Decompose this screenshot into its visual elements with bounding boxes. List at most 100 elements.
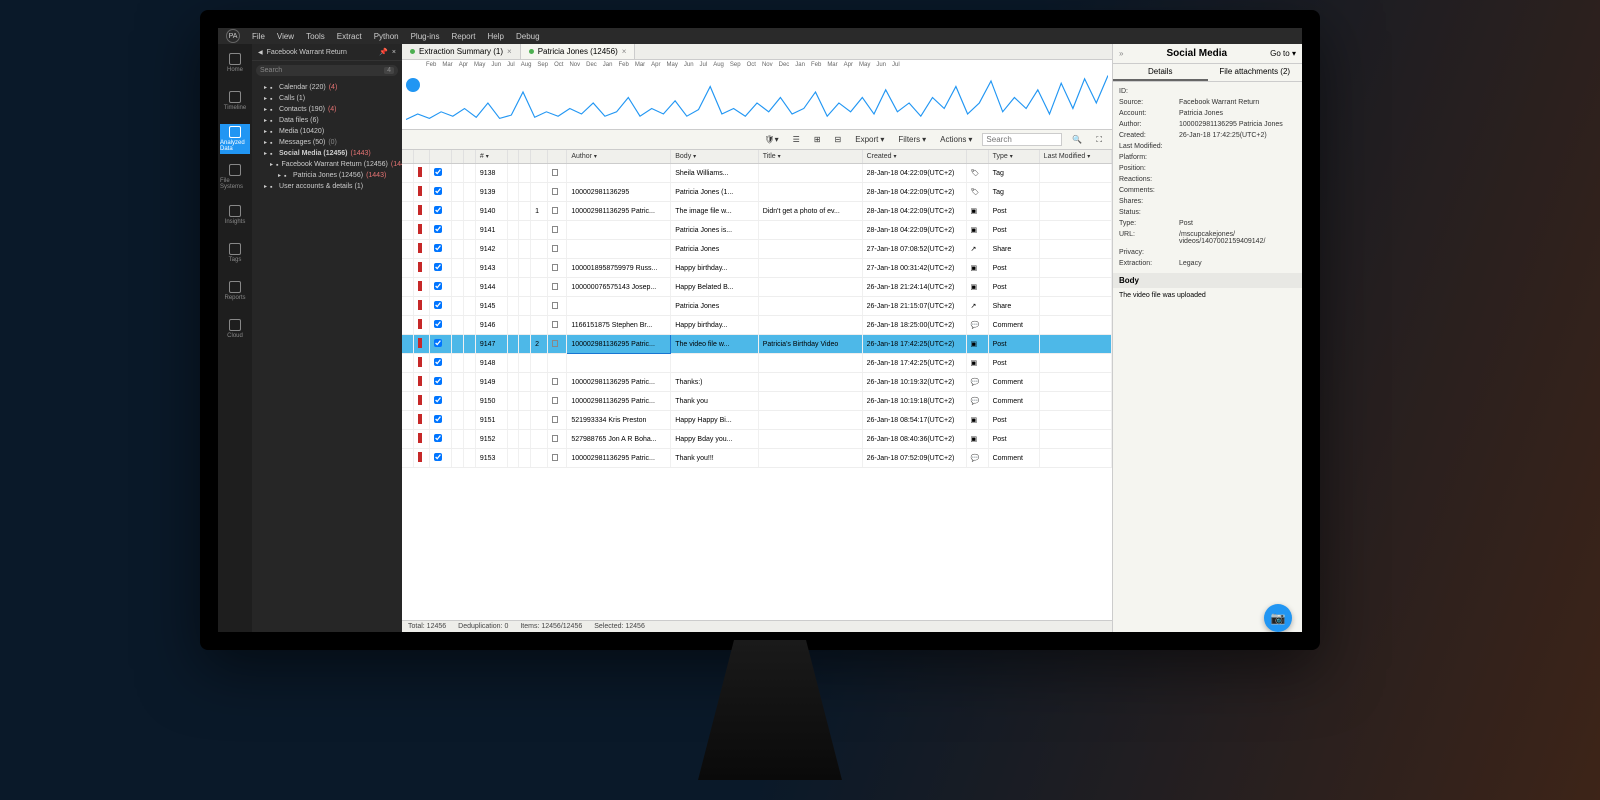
row-checkbox[interactable] — [434, 415, 442, 423]
search-icon[interactable]: 🔍 — [1068, 134, 1086, 145]
rail-reports[interactable]: Reports — [220, 276, 250, 306]
table-row[interactable]: 9150100002981136295 Patric...Thank you26… — [402, 392, 1112, 411]
column-header[interactable] — [507, 150, 519, 164]
menu-plugins[interactable]: Plug-ins — [411, 32, 440, 41]
sidebar-pin-icon[interactable]: 📌 — [379, 48, 388, 56]
column-header[interactable] — [413, 150, 430, 164]
column-header[interactable] — [464, 150, 476, 164]
timeline-chart[interactable]: FebMarAprMayJunJulAugSepOctNovDecJanFebM… — [402, 60, 1112, 130]
column-header[interactable] — [402, 150, 413, 164]
column-header[interactable]: Type ▾ — [988, 150, 1039, 164]
menu-debug[interactable]: Debug — [516, 32, 540, 41]
table-row[interactable]: 9141Patricia Jones is...28-Jan-18 04:22:… — [402, 221, 1112, 240]
shield-icon[interactable]: 🛡▾ — [760, 134, 782, 145]
rail-insights[interactable]: Insights — [220, 200, 250, 230]
table-row[interactable]: 91401100002981136295 Patric...The image … — [402, 202, 1112, 221]
view-detail-icon[interactable]: ⊟ — [831, 134, 846, 145]
row-checkbox[interactable] — [434, 453, 442, 461]
rail-file-systems[interactable]: File Systems — [220, 162, 250, 192]
row-checkbox[interactable] — [434, 244, 442, 252]
tree-item[interactable]: ▸▪Calls (1) — [252, 93, 402, 104]
menu-file[interactable]: File — [252, 32, 265, 41]
table-search-input[interactable] — [982, 133, 1062, 146]
data-table[interactable]: # ▾ Author ▾Body ▾Title ▾Created ▾ Type ▾L… — [402, 150, 1112, 620]
table-row[interactable]: 9145Patricia Jones26-Jan-18 21:15:07(UTC… — [402, 297, 1112, 316]
filters-button[interactable]: Filters ▾ — [894, 134, 930, 145]
content-tab[interactable]: Patricia Jones (12456)× — [521, 44, 636, 59]
table-row[interactable]: 91431000018958759979 Russ...Happy birthd… — [402, 259, 1112, 278]
row-checkbox[interactable] — [434, 282, 442, 290]
view-list-icon[interactable]: ☰ — [789, 134, 804, 145]
menu-extract[interactable]: Extract — [337, 32, 362, 41]
row-checkbox[interactable] — [434, 263, 442, 271]
tree-item[interactable]: ▸▪Messages (50) (0) — [252, 137, 402, 148]
collapse-icon[interactable]: ◀ — [258, 49, 263, 56]
row-checkbox[interactable] — [434, 225, 442, 233]
column-header[interactable] — [519, 150, 531, 164]
rail-timeline[interactable]: Timeline — [220, 86, 250, 116]
collapse-panel-icon[interactable]: » — [1119, 49, 1123, 58]
tree-item[interactable]: ▸▪Data files (6) — [252, 115, 402, 126]
tree-item[interactable]: ▸▪Patricia Jones (12456) (1443) — [252, 170, 402, 181]
row-checkbox[interactable] — [434, 358, 442, 366]
row-checkbox[interactable] — [434, 301, 442, 309]
table-row[interactable]: 914826-Jan-18 17:42:25(UTC+2)▣Post — [402, 354, 1112, 373]
content-tab[interactable]: Extraction Summary (1)× — [402, 44, 521, 59]
column-header[interactable]: Body ▾ — [671, 150, 759, 164]
rail-home[interactable]: Home — [220, 48, 250, 78]
expand-icon[interactable]: ⛶ — [1092, 134, 1106, 146]
table-row[interactable]: 9151521993334 Kris PrestonHappy Happy Bi… — [402, 411, 1112, 430]
table-row[interactable]: 91461166151875 Stephen Br...Happy birthd… — [402, 316, 1112, 335]
menu-help[interactable]: Help — [488, 32, 504, 41]
menu-tools[interactable]: Tools — [306, 32, 325, 41]
view-grid-icon[interactable]: ⊞ — [810, 134, 825, 145]
column-header[interactable] — [547, 150, 566, 164]
column-header[interactable]: Last Modified ▾ — [1039, 150, 1111, 164]
sidebar-search[interactable]: Search 4 — [256, 65, 398, 76]
menu-python[interactable]: Python — [374, 32, 399, 41]
table-row[interactable]: 9144100000076575143 Josep...Happy Belate… — [402, 278, 1112, 297]
column-header[interactable]: Title ▾ — [758, 150, 862, 164]
tree-item[interactable]: ▸▪User accounts & details (1) — [252, 181, 402, 192]
menu-report[interactable]: Report — [452, 32, 476, 41]
table-row[interactable]: 9149100002981136295 Patric...Thanks:)26-… — [402, 373, 1112, 392]
row-checkbox[interactable] — [434, 206, 442, 214]
row-checkbox[interactable] — [434, 168, 442, 176]
table-row[interactable]: 9139100002981136295Patricia Jones (1...2… — [402, 183, 1112, 202]
rail-cloud[interactable]: Cloud — [220, 314, 250, 344]
table-row[interactable]: 9153100002981136295 Patric...Thank you!!… — [402, 449, 1112, 468]
table-row[interactable]: 9138Sheila Williams...28-Jan-18 04:22:09… — [402, 164, 1112, 183]
column-header[interactable] — [966, 150, 988, 164]
tree-item[interactable]: ▸▪Social Media (12456) (1443) — [252, 148, 402, 159]
actions-button[interactable]: Actions ▾ — [936, 134, 976, 145]
close-icon[interactable]: × — [622, 47, 627, 56]
column-header[interactable] — [452, 150, 464, 164]
row-checkbox[interactable] — [434, 339, 442, 347]
tree-item[interactable]: ▸▪Calendar (220) (4) — [252, 82, 402, 93]
column-header[interactable]: Author ▾ — [567, 150, 671, 164]
table-row[interactable]: 9142Patricia Jones27-Jan-18 07:08:52(UTC… — [402, 240, 1112, 259]
row-checkbox[interactable] — [434, 320, 442, 328]
tree-item[interactable]: ▸▪Facebook Warrant Return (12456) (1443) — [252, 159, 402, 170]
export-button[interactable]: Export ▾ — [851, 134, 888, 145]
rail-tags[interactable]: Tags — [220, 238, 250, 268]
rail-analyzed-data[interactable]: Analyzed Data — [220, 124, 250, 154]
column-header[interactable] — [531, 150, 548, 164]
column-header[interactable]: Created ▾ — [862, 150, 966, 164]
close-icon[interactable]: × — [507, 47, 512, 56]
column-header[interactable] — [430, 150, 452, 164]
attachments-tab[interactable]: File attachments (2) — [1208, 64, 1303, 81]
row-checkbox[interactable] — [434, 377, 442, 385]
sidebar-close-icon[interactable]: × — [392, 49, 396, 56]
column-header[interactable]: # ▾ — [475, 150, 507, 164]
table-row[interactable]: 9152527988765 Jon A R Boha...Happy Bday … — [402, 430, 1112, 449]
goto-button[interactable]: Go to ▾ — [1270, 49, 1296, 58]
row-checkbox[interactable] — [434, 187, 442, 195]
row-checkbox[interactable] — [434, 434, 442, 442]
tree-item[interactable]: ▸▪Media (10420) — [252, 126, 402, 137]
tree-item[interactable]: ▸▪Contacts (190) (4) — [252, 104, 402, 115]
row-checkbox[interactable] — [434, 396, 442, 404]
camera-fab-button[interactable]: 📷 — [1264, 604, 1292, 632]
table-row[interactable]: 91472100002981136295 Patric...The video … — [402, 335, 1112, 354]
menu-view[interactable]: View — [277, 32, 294, 41]
